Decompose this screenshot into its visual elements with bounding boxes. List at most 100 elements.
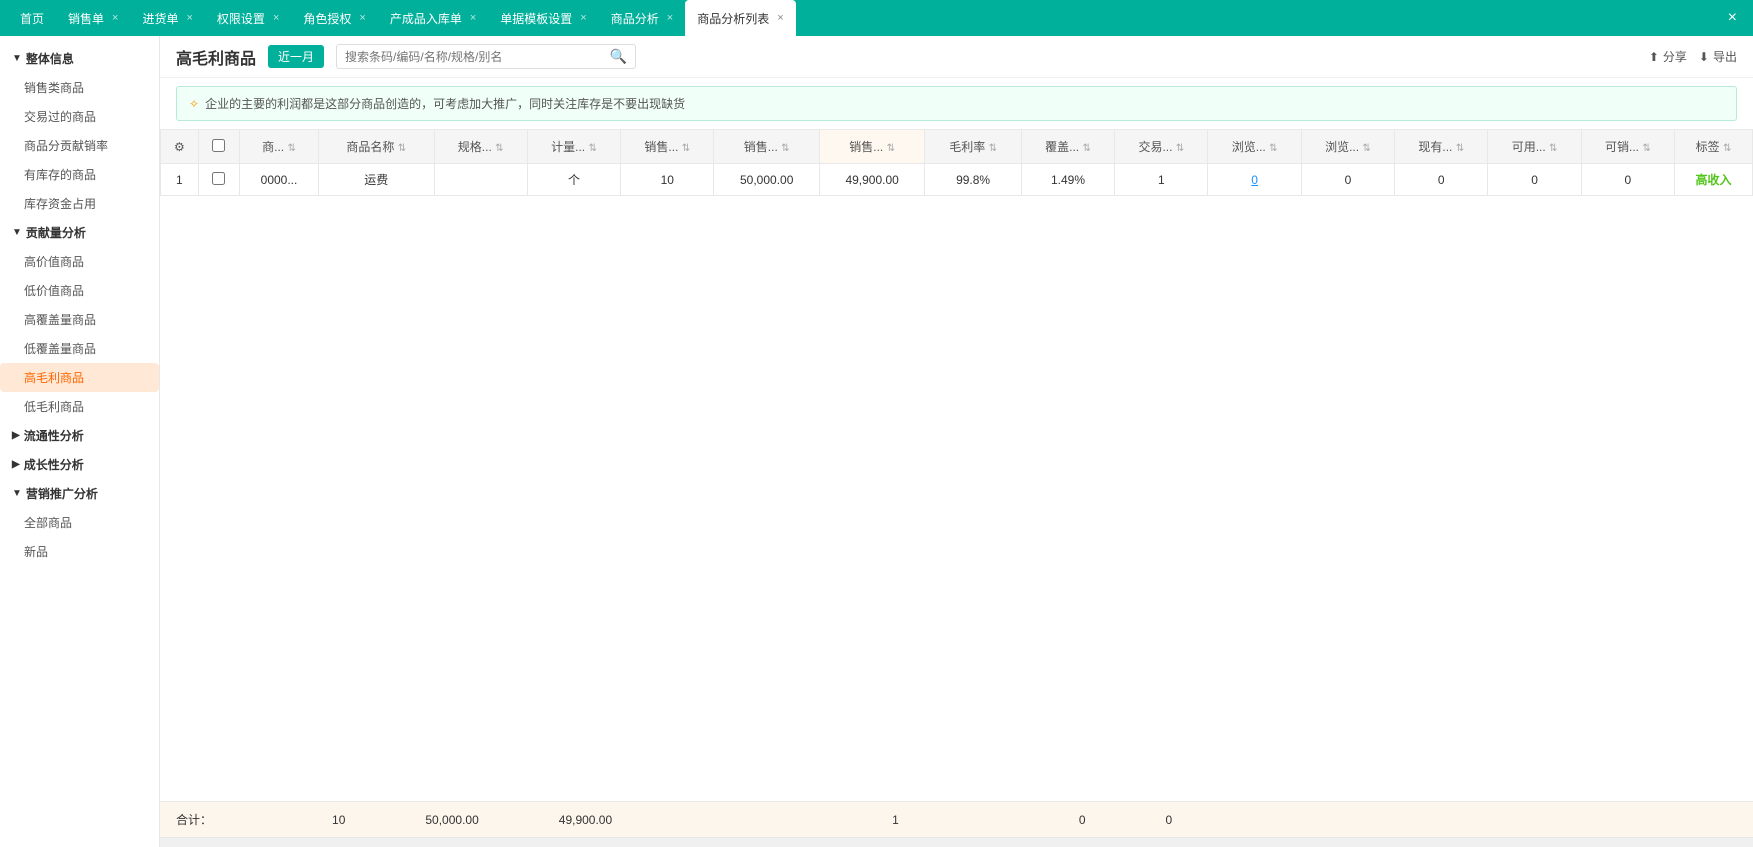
sidebar-item-traded-goods[interactable]: 交易过的商品 bbox=[0, 102, 159, 131]
footer-transaction: 1 bbox=[892, 813, 899, 827]
nav-home[interactable]: 首页 bbox=[8, 0, 56, 36]
cell-transaction: 1 bbox=[1115, 164, 1208, 196]
cell-current-stock: 0 bbox=[1395, 164, 1488, 196]
info-banner: ✧ 企业的主要的利润都是这部分商品创造的，可考虑加大推广，同时关注库存是不要出现… bbox=[176, 86, 1737, 121]
nav-product-storage[interactable]: 产成品入库单 × bbox=[378, 0, 488, 36]
col-views1[interactable]: 浏览... ⇅ bbox=[1208, 130, 1301, 164]
nav-role-auth[interactable]: 角色授权 × bbox=[291, 0, 377, 36]
close-icon[interactable]: × bbox=[470, 12, 476, 24]
chevron-down-icon: ▼ bbox=[12, 53, 22, 64]
cell-sales-qty: 10 bbox=[621, 164, 714, 196]
search-icon[interactable]: 🔍 bbox=[610, 48, 627, 65]
cell-available-stock: 0 bbox=[1488, 164, 1581, 196]
footer-sales-profit: 49,900.00 bbox=[559, 813, 612, 827]
close-icon[interactable]: × bbox=[359, 12, 365, 24]
col-coverage[interactable]: 覆盖... ⇅ bbox=[1021, 130, 1114, 164]
close-icon[interactable]: × bbox=[186, 12, 192, 24]
nav-permission-settings[interactable]: 权限设置 × bbox=[205, 0, 291, 36]
sort-icon: ⇅ bbox=[1549, 143, 1557, 154]
col-tag[interactable]: 标签 ⇅ bbox=[1675, 130, 1753, 164]
sidebar-item-high-margin[interactable]: 高毛利商品 bbox=[0, 363, 159, 392]
footer-current-stock: 0 bbox=[1079, 813, 1086, 827]
sort-icon: ⇅ bbox=[1362, 143, 1370, 154]
col-checkbox[interactable] bbox=[198, 130, 239, 164]
sidebar-item-low-coverage[interactable]: 低覆盖量商品 bbox=[0, 334, 159, 363]
sidebar-item-high-coverage[interactable]: 高覆盖量商品 bbox=[0, 305, 159, 334]
sidebar-item-low-margin[interactable]: 低毛利商品 bbox=[0, 392, 159, 421]
cell-views1[interactable]: 0 bbox=[1208, 164, 1301, 196]
col-transaction[interactable]: 交易... ⇅ bbox=[1115, 130, 1208, 164]
sort-icon: ⇅ bbox=[1723, 143, 1731, 154]
cell-gross-margin: 99.8% bbox=[925, 164, 1021, 196]
row-select-checkbox[interactable] bbox=[212, 172, 225, 185]
close-icon[interactable]: × bbox=[112, 12, 118, 24]
sidebar-item-contribution-rate[interactable]: 商品分贡献销率 bbox=[0, 131, 159, 160]
col-sales-profit[interactable]: 销售... ⇅ bbox=[819, 130, 924, 164]
sidebar-item-stocked-goods[interactable]: 有库存的商品 bbox=[0, 160, 159, 189]
footer-label: 合计： bbox=[176, 811, 212, 828]
sort-icon: ⇅ bbox=[398, 143, 406, 154]
col-name[interactable]: 商品名称 ⇅ bbox=[318, 130, 434, 164]
sidebar-group-liquidity[interactable]: ▶ 流通性分析 bbox=[0, 421, 159, 450]
sidebar-item-high-value[interactable]: 高价值商品 bbox=[0, 247, 159, 276]
col-sales-amount[interactable]: 销售... ⇅ bbox=[714, 130, 819, 164]
footer-sales-qty: 10 bbox=[332, 813, 345, 827]
row-checkbox[interactable] bbox=[198, 164, 239, 196]
sort-icon: ⇅ bbox=[287, 143, 295, 154]
sidebar-group-marketing[interactable]: ▼ 营销推广分析 bbox=[0, 479, 159, 508]
nav-product-analysis[interactable]: 商品分析 × bbox=[599, 0, 685, 36]
sidebar-group-growth[interactable]: ▶ 成长性分析 bbox=[0, 450, 159, 479]
sidebar-item-all-goods[interactable]: 全部商品 bbox=[0, 508, 159, 537]
col-current-stock[interactable]: 现有... ⇅ bbox=[1395, 130, 1488, 164]
sidebar-item-new-goods[interactable]: 新品 bbox=[0, 537, 159, 566]
sidebar-group-overall[interactable]: ▼ 整体信息 bbox=[0, 44, 159, 73]
sort-icon: ⇅ bbox=[989, 143, 997, 154]
search-input[interactable] bbox=[345, 50, 606, 64]
table-row: 1 0000... 运费 个 10 50,000.00 49,900.00 99… bbox=[161, 164, 1753, 196]
chevron-down-icon: ▼ bbox=[12, 488, 22, 499]
share-button[interactable]: ⬆ 分享 bbox=[1649, 48, 1687, 65]
table-wrapper: ⚙ 商... ⇅ 商品名称 ⇅ 规格... ⇅ 计量... ⇅ 销售... ⇅ … bbox=[160, 129, 1753, 801]
close-icon[interactable]: × bbox=[667, 12, 673, 24]
nav-close-all-button[interactable]: × bbox=[1720, 9, 1745, 27]
row-num: 1 bbox=[161, 164, 199, 196]
settings-icon: ⚙ bbox=[174, 140, 185, 154]
nav-purchase-order[interactable]: 进货单 × bbox=[130, 0, 204, 36]
col-sku-code[interactable]: 商... ⇅ bbox=[240, 130, 319, 164]
sort-icon: ⇅ bbox=[1176, 143, 1184, 154]
col-gross-margin[interactable]: 毛利率 ⇅ bbox=[925, 130, 1021, 164]
chevron-right-icon: ▶ bbox=[12, 459, 20, 470]
col-views2[interactable]: 浏览... ⇅ bbox=[1301, 130, 1394, 164]
sidebar-item-low-value[interactable]: 低价值商品 bbox=[0, 276, 159, 305]
cell-unit: 个 bbox=[527, 164, 620, 196]
footer-totals: 合计： 10 50,000.00 49,900.00 1 0 0 bbox=[160, 801, 1753, 837]
nav-product-analysis-list[interactable]: 商品分析列表 × bbox=[685, 0, 795, 36]
close-icon[interactable]: × bbox=[273, 12, 279, 24]
horizontal-scrollbar[interactable] bbox=[160, 837, 1753, 847]
page-title: 高毛利商品 bbox=[176, 45, 256, 69]
sidebar-item-sales-goods[interactable]: 销售类商品 bbox=[0, 73, 159, 102]
sidebar: ▼ 整体信息 销售类商品 交易过的商品 商品分贡献销率 有库存的商品 库存资金占… bbox=[0, 36, 160, 847]
period-button[interactable]: 近一月 bbox=[268, 45, 324, 68]
sort-icon: ⇅ bbox=[495, 143, 503, 154]
col-sales-qty[interactable]: 销售... ⇅ bbox=[621, 130, 714, 164]
search-box[interactable]: 🔍 bbox=[336, 44, 636, 69]
close-icon[interactable]: × bbox=[777, 12, 783, 24]
close-icon[interactable]: × bbox=[580, 12, 586, 24]
sidebar-item-inventory-capital[interactable]: 库存资金占用 bbox=[0, 189, 159, 218]
col-saleable-stock[interactable]: 可销... ⇅ bbox=[1581, 130, 1674, 164]
col-unit[interactable]: 计量... ⇅ bbox=[527, 130, 620, 164]
col-available-stock[interactable]: 可用... ⇅ bbox=[1488, 130, 1581, 164]
sidebar-group-contribution[interactable]: ▼ 贡献量分析 bbox=[0, 218, 159, 247]
nav-sales-order[interactable]: 销售单 × bbox=[56, 0, 130, 36]
top-navigation: 首页 销售单 × 进货单 × 权限设置 × 角色授权 × 产成品入库单 × 单据… bbox=[0, 0, 1753, 36]
col-settings[interactable]: ⚙ bbox=[161, 130, 199, 164]
share-icon: ⬆ bbox=[1649, 50, 1659, 64]
cell-sales-profit: 49,900.00 bbox=[819, 164, 924, 196]
export-button[interactable]: ⬇ 导出 bbox=[1699, 48, 1737, 65]
sort-icon: ⇅ bbox=[682, 143, 690, 154]
cell-name: 运费 bbox=[318, 164, 434, 196]
select-all-checkbox[interactable] bbox=[212, 139, 225, 152]
nav-template-settings[interactable]: 单据模板设置 × bbox=[488, 0, 598, 36]
col-spec[interactable]: 规格... ⇅ bbox=[434, 130, 527, 164]
